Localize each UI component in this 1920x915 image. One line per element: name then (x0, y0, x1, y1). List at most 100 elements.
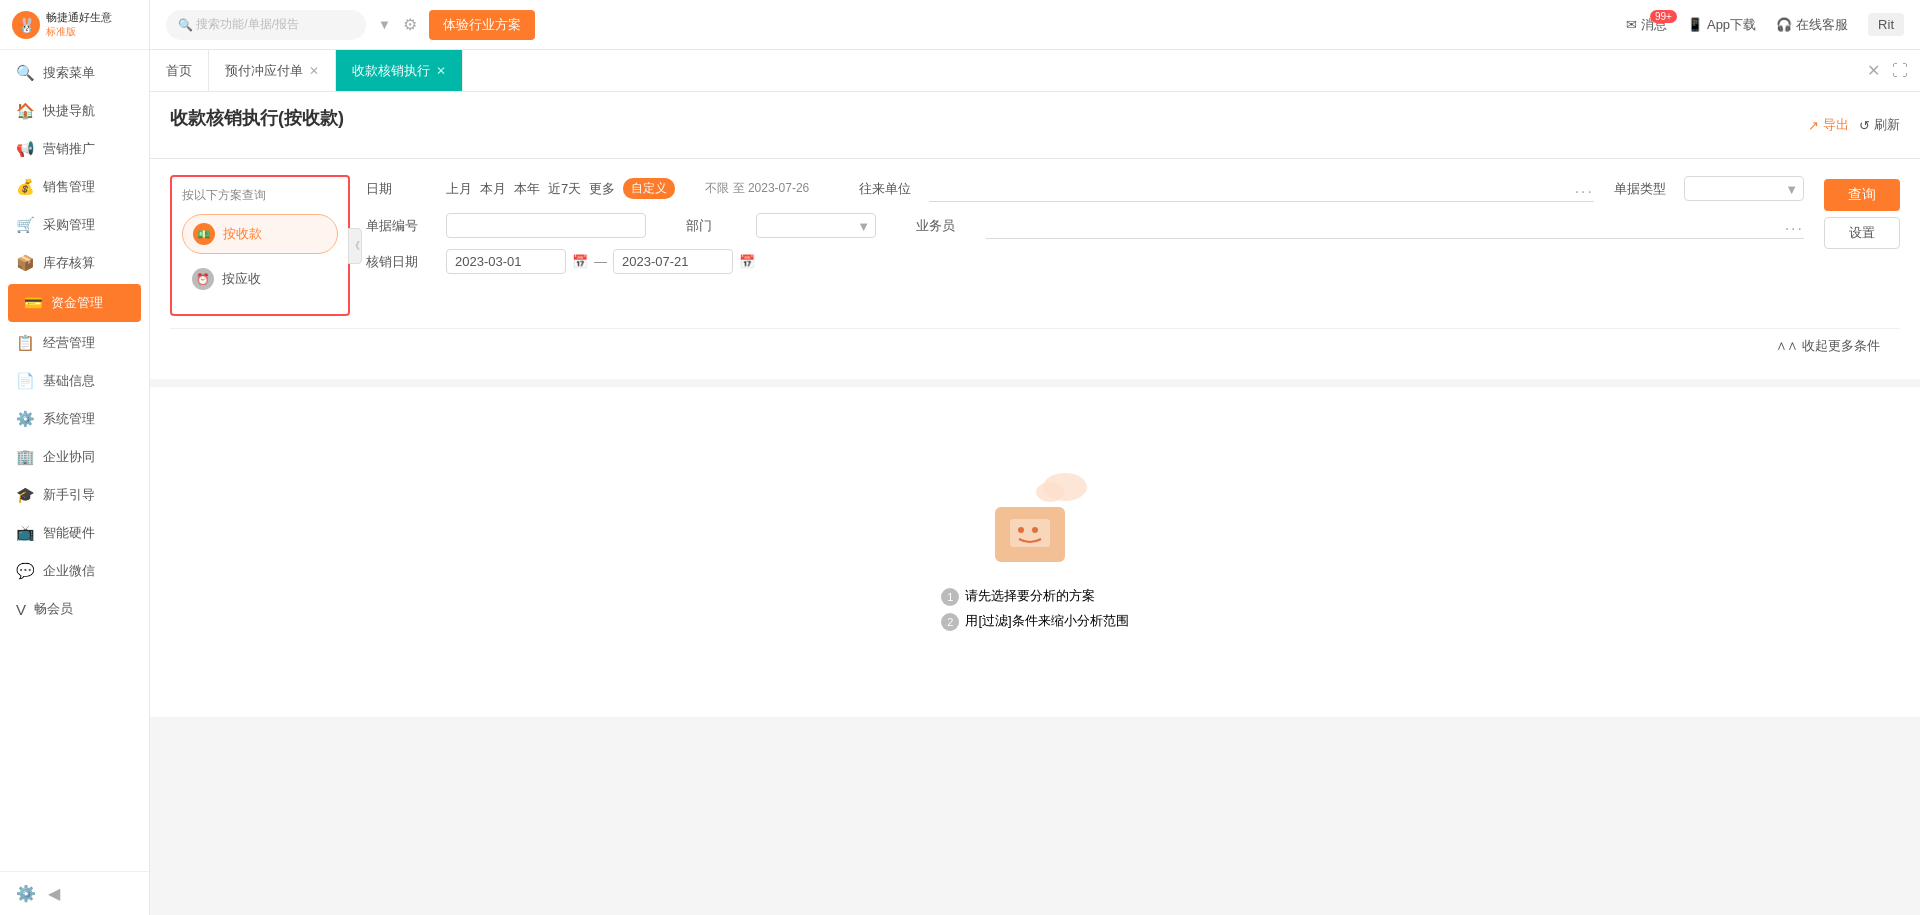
docnum-label: 单据编号 (366, 217, 426, 235)
search-placeholder: 搜索功能/单据/报告 (196, 16, 299, 33)
sidebar-item-base[interactable]: 📄 基础信息 (0, 362, 149, 400)
sidebar-item-wechat[interactable]: 💬 企业微信 (0, 552, 149, 590)
collapse-more-bar: ∧∧ 收起更多条件 (170, 328, 1900, 363)
collapse-icon: ∧∧ (1776, 338, 1798, 353)
sidebar-item-finance[interactable]: 💳 资金管理 (8, 284, 141, 322)
system-icon: ⚙️ (16, 410, 35, 428)
last-month-btn[interactable]: 上月 (446, 180, 472, 198)
service-btn[interactable]: 🎧 在线客服 (1776, 16, 1848, 34)
settings-footer-icon[interactable]: ⚙️ (16, 884, 36, 903)
message-badge: 99+ (1650, 10, 1677, 23)
top-bar-right: ✉ 消息 99+ 📱 App下载 🎧 在线客服 Rit (1626, 13, 1904, 36)
sidebar-item-search[interactable]: 🔍 搜索菜单 (0, 54, 149, 92)
tab-collection-close[interactable]: ✕ (436, 64, 446, 78)
more-btn[interactable]: 更多 (589, 180, 615, 198)
user-menu[interactable]: Rit (1868, 13, 1904, 36)
sidebar-item-sales[interactable]: 💰 销售管理 (0, 168, 149, 206)
finance-icon: 💳 (24, 294, 43, 312)
empty-state: 1 请先选择要分析的方案 2 用[过滤]条件来缩小分析范围 (150, 387, 1920, 717)
verify-date-range: 📅 — 📅 (446, 249, 755, 274)
doctype-label: 单据类型 (1614, 180, 1674, 198)
empty-svg (975, 467, 1095, 567)
svg-point-5 (1036, 482, 1064, 502)
step2-text: 用[过滤]条件来缩小分析范围 (965, 612, 1128, 630)
sidebar-item-inventory[interactable]: 📦 库存核算 (0, 244, 149, 282)
verify-end-calendar-icon[interactable]: 📅 (739, 254, 755, 269)
app-download-btn[interactable]: 📱 App下载 (1687, 16, 1756, 34)
phone-icon: 📱 (1687, 17, 1703, 32)
industry-btn[interactable]: 体验行业方案 (429, 10, 535, 40)
messages-btn[interactable]: ✉ 消息 99+ (1626, 16, 1667, 34)
search-box[interactable]: 🔍 搜索功能/单据/报告 (166, 10, 366, 40)
svg-point-3 (1032, 527, 1038, 533)
staff-dots[interactable]: ... (1785, 216, 1804, 234)
sidebar-item-system[interactable]: ⚙️ 系统管理 (0, 400, 149, 438)
filter-section: 按以下方案查询 💵 按收款 ⏰ 按应收 《 (150, 159, 1920, 379)
step1-text: 请先选择要分析的方案 (965, 587, 1095, 605)
collection-icon: 💵 (193, 223, 215, 245)
svg-point-2 (1018, 527, 1024, 533)
left-panel-collapse-btn[interactable]: 《 (348, 228, 362, 264)
sidebar-item-hardware[interactable]: 📺 智能硬件 (0, 514, 149, 552)
inventory-icon: 📦 (16, 254, 35, 272)
this-month-btn[interactable]: 本月 (480, 180, 506, 198)
headset-icon: 🎧 (1776, 17, 1792, 32)
verify-start-date[interactable] (446, 249, 566, 274)
tab-home[interactable]: 首页 (150, 50, 209, 91)
sidebar-item-purchase[interactable]: 🛒 采购管理 (0, 206, 149, 244)
tab-prepay[interactable]: 预付冲应付单 ✕ (209, 50, 336, 91)
sidebar-item-guide[interactable]: 🎓 新手引导 (0, 476, 149, 514)
empty-illustration (975, 467, 1095, 567)
filter-by-collection[interactable]: 💵 按收款 (182, 214, 338, 254)
date-limit: 不限 至 2023-07-26 (705, 180, 809, 197)
search-icon-topbar: 🔍 (178, 18, 193, 32)
sidebar-menu: 🔍 搜索菜单 🏠 快捷导航 📢 营销推广 💰 销售管理 🛒 采购管理 📦 库存核… (0, 50, 149, 871)
main-area: 🔍 搜索功能/单据/报告 ▼ ⚙ 体验行业方案 ✉ 消息 99+ 📱 App下载… (150, 0, 1920, 915)
step1-num: 1 (941, 588, 959, 606)
step2-num: 2 (941, 613, 959, 631)
tab-collection[interactable]: 收款核销执行 ✕ (336, 50, 463, 91)
staff-label: 业务员 (916, 217, 976, 235)
wechat-icon: 💬 (16, 562, 35, 580)
date-dash: — (594, 254, 607, 269)
sidebar-item-quick-nav[interactable]: 🏠 快捷导航 (0, 92, 149, 130)
verify-start-calendar-icon[interactable]: 📅 (572, 254, 588, 269)
tab-expand-icon[interactable]: ⛶ (1892, 62, 1908, 80)
filter-by-receivable[interactable]: ⏰ 按应收 (182, 260, 338, 298)
tab-prepay-close[interactable]: ✕ (309, 64, 319, 78)
guide-icon: 🎓 (16, 486, 35, 504)
empty-text-block: 1 请先选择要分析的方案 2 用[过滤]条件来缩小分析范围 (941, 587, 1128, 637)
counterparty-dots[interactable]: ... (1575, 179, 1594, 197)
collapse-sidebar-icon[interactable]: ◀ (48, 884, 60, 903)
top-bar: 🔍 搜索功能/单据/报告 ▼ ⚙ 体验行业方案 ✉ 消息 99+ 📱 App下载… (150, 0, 1920, 50)
sidebar: 🐰 畅捷通好生意 标准版 🔍 搜索菜单 🏠 快捷导航 📢 营销推广 💰 销售管理… (0, 0, 150, 915)
search-icon: 🔍 (16, 64, 35, 82)
7days-btn[interactable]: 近7天 (548, 180, 581, 198)
biz-icon: 📋 (16, 334, 35, 352)
custom-btn[interactable]: 自定义 (623, 178, 675, 199)
collapse-more-btn[interactable]: ∧∧ 收起更多条件 (1776, 338, 1880, 353)
sidebar-footer: ⚙️ ◀ (0, 871, 149, 915)
setting-btn[interactable]: 设置 (1824, 217, 1900, 249)
dept-select[interactable] (756, 213, 876, 238)
verify-end-date[interactable] (613, 249, 733, 274)
this-year-btn[interactable]: 本年 (514, 180, 540, 198)
logo-text: 畅捷通好生意 (46, 10, 112, 24)
sidebar-item-corp[interactable]: 🏢 企业协同 (0, 438, 149, 476)
sidebar-item-marketing[interactable]: 📢 营销推广 (0, 130, 149, 168)
export-btn[interactable]: ↗ 导出 (1808, 116, 1849, 134)
tab-bar: 首页 预付冲应付单 ✕ 收款核销执行 ✕ ✕ ⛶ (150, 50, 1920, 92)
tab-close-all-icon[interactable]: ✕ (1867, 61, 1880, 80)
sidebar-item-biz[interactable]: 📋 经营管理 (0, 324, 149, 362)
purchase-icon: 🛒 (16, 216, 35, 234)
date-label: 日期 (366, 180, 426, 198)
sidebar-item-member[interactable]: V 畅会员 (0, 590, 149, 628)
refresh-btn[interactable]: ↺ 刷新 (1859, 116, 1900, 134)
doctype-select[interactable] (1684, 176, 1804, 201)
docnum-input[interactable] (446, 213, 646, 238)
content-area: 收款核销执行(按收款) ↗ 导出 ↺ 刷新 按以下方案查询 (150, 92, 1920, 915)
gear-icon[interactable]: ⚙ (403, 15, 417, 34)
refresh-icon: ↺ (1859, 118, 1870, 133)
dropdown-arrow-icon[interactable]: ▼ (378, 17, 391, 32)
query-btn[interactable]: 查询 (1824, 179, 1900, 211)
